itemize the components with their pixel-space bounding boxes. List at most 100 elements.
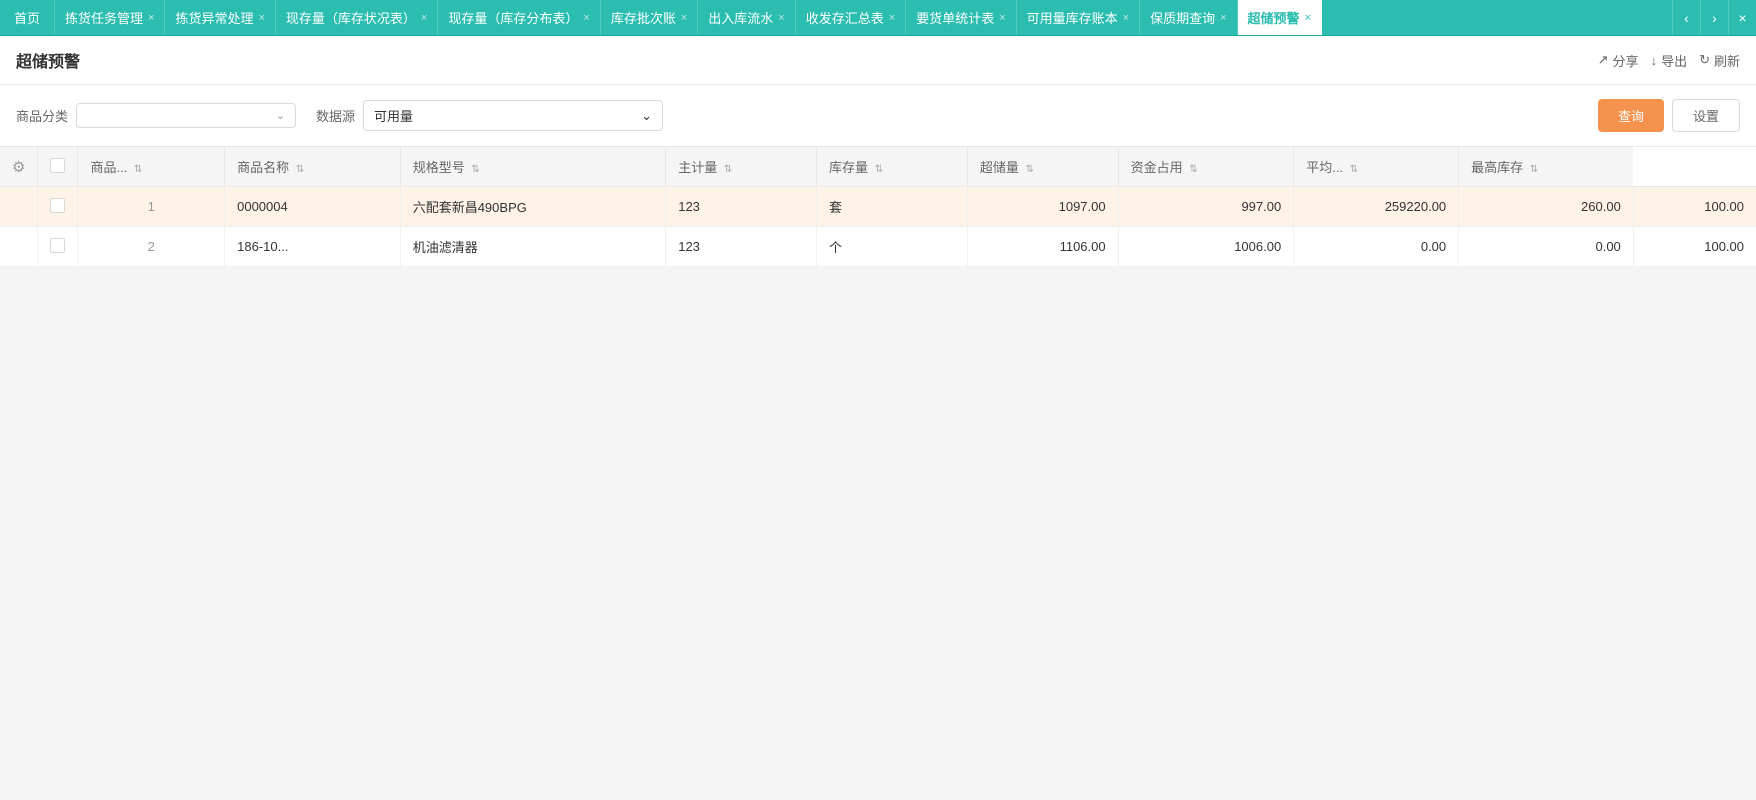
sort-icon: ⇅ bbox=[296, 164, 304, 175]
nav-tab-label: 拣货异常处理 bbox=[175, 8, 253, 27]
row-checkbox-1[interactable] bbox=[38, 227, 78, 267]
select-all-checkbox[interactable] bbox=[50, 158, 65, 173]
nav-scroll-left[interactable]: ‹ bbox=[1672, 0, 1700, 36]
nav-tab-xiancunliang-kuanzhuangkuang[interactable]: 现存量（库存状况表） × bbox=[276, 0, 438, 36]
row-select-checkbox[interactable] bbox=[50, 238, 65, 253]
col-header-settings[interactable]: ⚙ bbox=[0, 147, 38, 187]
top-nav[interactable]: 首页 拣货任务管理 × 拣货异常处理 × 现存量（库存状况表） × 现存量（库存… bbox=[0, 0, 1756, 36]
nav-tab-close[interactable]: × bbox=[258, 12, 264, 24]
nav-tab-keyongliang[interactable]: 可用量库存账本 × bbox=[1017, 0, 1140, 36]
sort-icon: ⇅ bbox=[471, 164, 479, 175]
gear-icon[interactable]: ⚙ bbox=[12, 159, 25, 176]
table-header-row: ⚙ 商品... ⇅ 商品名称 ⇅ 规格型号 ⇅ 主计量 bbox=[0, 147, 1756, 187]
col-header-over[interactable]: 超储量 ⇅ bbox=[967, 147, 1118, 187]
refresh-icon: ↻ bbox=[1699, 52, 1710, 68]
row-avg-1: 0.00 bbox=[1459, 227, 1634, 267]
sort-icon: ⇅ bbox=[724, 164, 732, 175]
nav-tab-chaochuyujing[interactable]: 超储预警 × bbox=[1238, 0, 1322, 36]
nav-tab-label: 超储预警 bbox=[1248, 8, 1300, 27]
chevron-down-icon: ⌄ bbox=[276, 109, 285, 122]
sort-icon: ⇅ bbox=[1350, 164, 1358, 175]
filter-buttons: 查询 设置 bbox=[1598, 99, 1740, 132]
sort-icon: ⇅ bbox=[134, 164, 142, 175]
nav-tab-close[interactable]: × bbox=[421, 12, 427, 24]
nav-scroll-right[interactable]: › bbox=[1700, 0, 1728, 36]
row-index-1: 2 bbox=[78, 227, 225, 267]
nav-tab-close[interactable]: × bbox=[1305, 12, 1311, 24]
row-spec-1: 123 bbox=[666, 227, 817, 267]
row-checkbox-0[interactable] bbox=[38, 187, 78, 227]
row-code-1: 186-10... bbox=[225, 227, 401, 267]
sort-icon: ⇅ bbox=[1530, 164, 1538, 175]
row-max-1: 100.00 bbox=[1633, 227, 1756, 267]
col-header-capital[interactable]: 资金占用 ⇅ bbox=[1118, 147, 1294, 187]
nav-tab-label: 现存量（库存分布表） bbox=[448, 8, 578, 27]
nav-home[interactable]: 首页 bbox=[0, 0, 55, 36]
page-header: 超储预警 ↗ 分享 ↓ 导出 ↻ 刷新 bbox=[0, 36, 1756, 85]
nav-tab-close[interactable]: × bbox=[889, 12, 895, 24]
sort-icon: ⇅ bbox=[875, 164, 883, 175]
datasource-filter: 数据源 可用量 ⌄ bbox=[316, 100, 663, 131]
nav-arrows: ‹ › × bbox=[1672, 0, 1756, 36]
col-header-spec[interactable]: 规格型号 ⇅ bbox=[400, 147, 666, 187]
nav-tab-close[interactable]: × bbox=[681, 12, 687, 24]
share-icon: ↗ bbox=[1598, 52, 1609, 68]
category-select[interactable]: ⌄ bbox=[76, 103, 296, 128]
row-settings-0 bbox=[0, 187, 38, 227]
nav-tab-label: 拣货任务管理 bbox=[65, 8, 143, 27]
row-over-1: 1006.00 bbox=[1118, 227, 1294, 267]
nav-tab-shoufacunhuizong[interactable]: 收发存汇总表 × bbox=[796, 0, 906, 36]
row-select-checkbox[interactable] bbox=[50, 198, 65, 213]
col-header-unit[interactable]: 主计量 ⇅ bbox=[666, 147, 817, 187]
row-capital-0: 259220.00 bbox=[1294, 187, 1459, 227]
nav-tab-label: 现存量（库存状况表） bbox=[286, 8, 416, 27]
nav-tab-close[interactable]: × bbox=[148, 12, 154, 24]
nav-tab-jianhuoyichangchuli[interactable]: 拣货异常处理 × bbox=[165, 0, 275, 36]
refresh-button[interactable]: ↻ 刷新 bbox=[1699, 51, 1740, 70]
row-stock-1: 1106.00 bbox=[967, 227, 1118, 267]
nav-tab-kucunpicicizh[interactable]: 库存批次账 × bbox=[601, 0, 698, 36]
export-icon: ↓ bbox=[1651, 53, 1658, 68]
col-header-name[interactable]: 商品名称 ⇅ bbox=[225, 147, 401, 187]
nav-tab-label: 要货单统计表 bbox=[916, 8, 994, 27]
nav-tab-label: 库存批次账 bbox=[611, 8, 676, 27]
nav-tab-xiancunliang-fenbubiao[interactable]: 现存量（库存分布表） × bbox=[438, 0, 600, 36]
data-table: ⚙ 商品... ⇅ 商品名称 ⇅ 规格型号 ⇅ 主计量 bbox=[0, 147, 1756, 267]
col-header-avg[interactable]: 平均... ⇅ bbox=[1294, 147, 1459, 187]
header-actions: ↗ 分享 ↓ 导出 ↻ 刷新 bbox=[1598, 51, 1740, 70]
nav-tab-close[interactable]: × bbox=[1123, 12, 1129, 24]
nav-tab-label: 可用量库存账本 bbox=[1027, 8, 1118, 27]
nav-tab-close[interactable]: × bbox=[583, 12, 589, 24]
nav-tab-close[interactable]: × bbox=[1220, 12, 1226, 24]
col-header-stock[interactable]: 库存量 ⇅ bbox=[817, 147, 968, 187]
col-header-code[interactable]: 商品... ⇅ bbox=[78, 147, 225, 187]
query-button[interactable]: 查询 bbox=[1598, 99, 1664, 132]
nav-tab-jianhuorenwuguanli[interactable]: 拣货任务管理 × bbox=[55, 0, 165, 36]
share-button[interactable]: ↗ 分享 bbox=[1598, 51, 1639, 70]
row-capital-1: 0.00 bbox=[1294, 227, 1459, 267]
nav-tab-yaohuodantongji[interactable]: 要货单统计表 × bbox=[906, 0, 1016, 36]
chevron-down-icon-2: ⌄ bbox=[641, 108, 652, 124]
row-code-0: 0000004 bbox=[225, 187, 401, 227]
col-header-checkbox[interactable] bbox=[38, 147, 78, 187]
nav-tab-close[interactable]: × bbox=[999, 12, 1005, 24]
row-stock-0: 1097.00 bbox=[967, 187, 1118, 227]
datasource-select[interactable]: 可用量 ⌄ bbox=[363, 100, 663, 131]
nav-close-all[interactable]: × bbox=[1728, 0, 1756, 36]
row-avg-0: 260.00 bbox=[1459, 187, 1634, 227]
row-unit-1: 个 bbox=[817, 227, 968, 267]
table-row: 1 0000004 六配套新昌490BPG 123 套 1097.00 997.… bbox=[0, 187, 1756, 227]
nav-tab-label: 收发存汇总表 bbox=[806, 8, 884, 27]
settings-button[interactable]: 设置 bbox=[1672, 99, 1740, 132]
nav-tab-label: 保质期查询 bbox=[1150, 8, 1215, 27]
nav-tab-churukuliushui[interactable]: 出入库流水 × bbox=[698, 0, 795, 36]
row-settings-1 bbox=[0, 227, 38, 267]
row-spec-0: 123 bbox=[666, 187, 817, 227]
nav-tab-close[interactable]: × bbox=[778, 12, 784, 24]
row-name-0: 六配套新昌490BPG bbox=[400, 187, 666, 227]
col-header-max[interactable]: 最高库存 ⇅ bbox=[1459, 147, 1634, 187]
export-button[interactable]: ↓ 导出 bbox=[1651, 51, 1688, 70]
nav-tab-baozhuqichaxun[interactable]: 保质期查询 × bbox=[1140, 0, 1237, 36]
row-max-0: 100.00 bbox=[1633, 187, 1756, 227]
nav-tab-label: 出入库流水 bbox=[708, 8, 773, 27]
